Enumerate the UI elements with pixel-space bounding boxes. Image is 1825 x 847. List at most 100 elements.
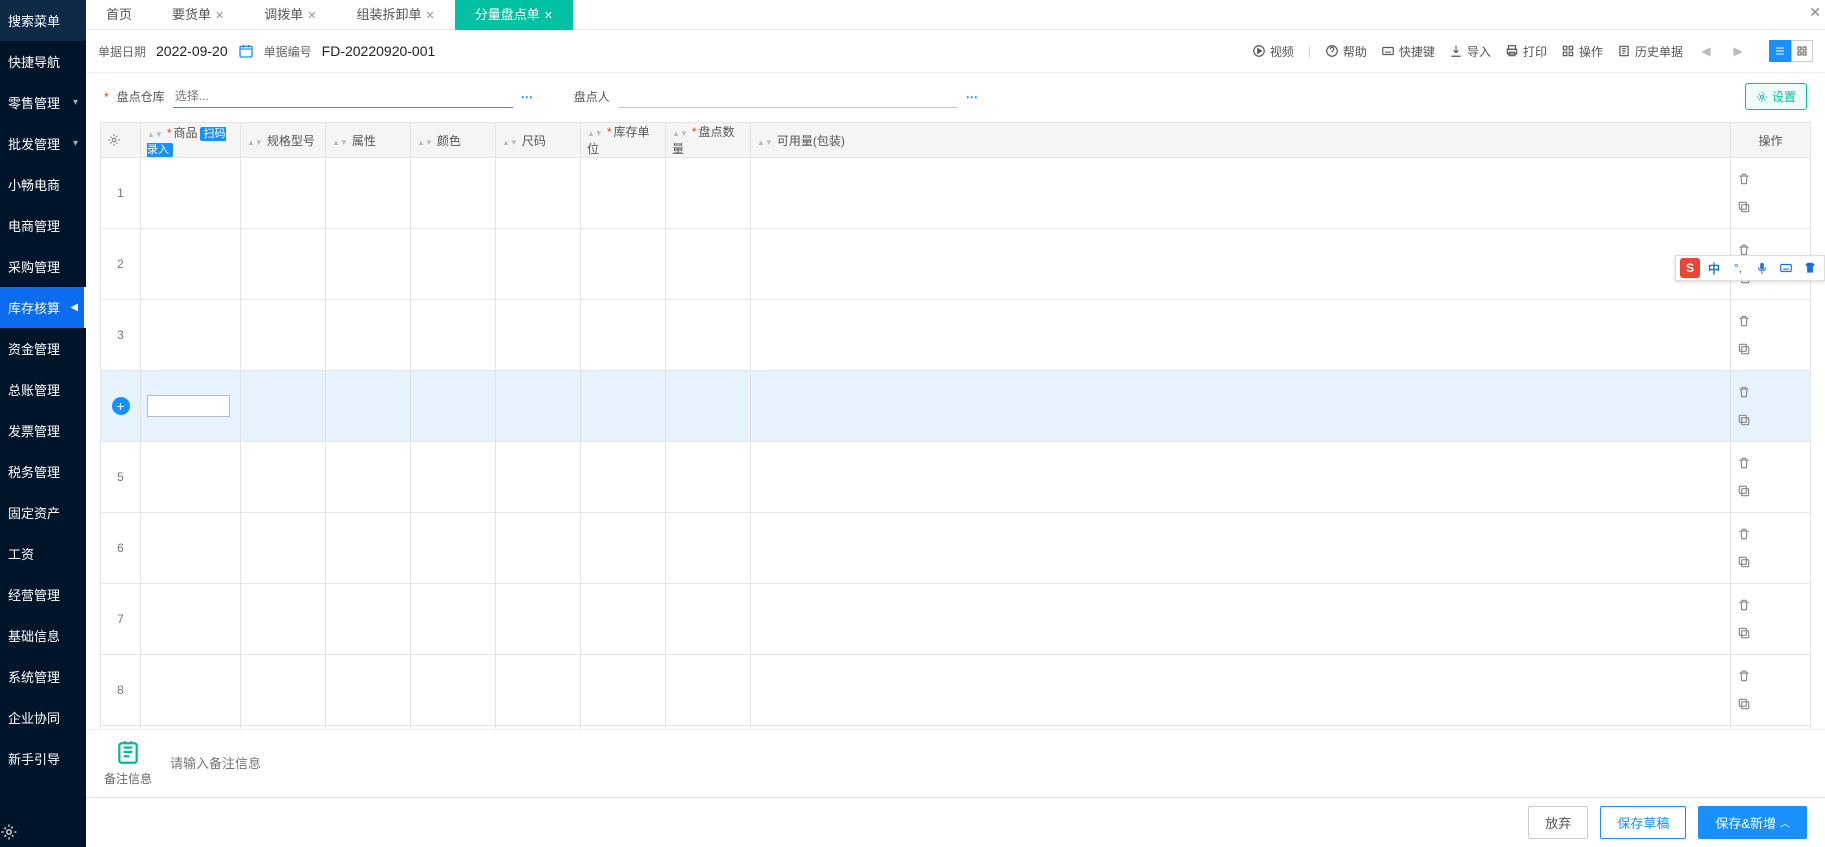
counter-more-icon[interactable]: ⋯: [966, 90, 979, 104]
sidebar-item-17[interactable]: 企业协同: [0, 697, 86, 738]
row-copy-icon[interactable]: [1737, 555, 1804, 569]
ime-skin-icon[interactable]: [1800, 258, 1820, 278]
sidebar-item-1[interactable]: 快捷导航: [0, 41, 86, 82]
ime-toolbar[interactable]: S 中 °,: [1675, 255, 1825, 281]
ime-keyboard-icon[interactable]: [1776, 258, 1796, 278]
discard-button[interactable]: 放弃: [1528, 806, 1588, 839]
tab-3[interactable]: 组装拆卸单✕: [336, 0, 454, 30]
sidebar-item-18[interactable]: 新手引导: [0, 738, 86, 779]
warehouse-input[interactable]: [173, 85, 513, 108]
video-button[interactable]: 视频: [1252, 43, 1294, 60]
sidebar-item-7[interactable]: 库存核算◀: [0, 287, 86, 328]
row-index: 6: [101, 513, 141, 584]
warehouse-more-icon[interactable]: ⋯: [521, 90, 534, 104]
sidebar-item-16[interactable]: 系统管理: [0, 656, 86, 697]
history-button[interactable]: 历史单据: [1617, 43, 1683, 60]
help-button[interactable]: 帮助: [1325, 43, 1367, 60]
row-copy-icon[interactable]: [1737, 697, 1804, 711]
sidebar-item-label: 电商管理: [8, 216, 60, 235]
remark-input[interactable]: [164, 750, 1807, 777]
col-avail[interactable]: ▲▼可用量(包装): [751, 123, 1731, 158]
row-copy-icon[interactable]: [1737, 342, 1804, 356]
col-spec[interactable]: ▲▼规格型号: [241, 123, 326, 158]
tab-1[interactable]: 要货单✕: [152, 0, 244, 30]
table-row[interactable]: 6: [101, 513, 1811, 584]
calendar-icon[interactable]: [238, 43, 254, 59]
col-qty[interactable]: ▲▼*盘点数量: [666, 123, 751, 158]
tab-4[interactable]: 分量盘点单✕: [455, 0, 573, 30]
settings-button[interactable]: 设置: [1745, 83, 1807, 110]
sidebar-item-9[interactable]: 总账管理: [0, 369, 86, 410]
row-delete-icon[interactable]: [1737, 385, 1804, 399]
sidebar-item-2[interactable]: 零售管理▾: [0, 82, 86, 123]
print-button[interactable]: 打印: [1505, 43, 1547, 60]
sidebar-item-3[interactable]: 批发管理▾: [0, 123, 86, 164]
import-button[interactable]: 导入: [1449, 43, 1491, 60]
col-unit[interactable]: ▲▼*库存单位: [581, 123, 666, 158]
sidebar-item-5[interactable]: 电商管理: [0, 205, 86, 246]
ime-punct-icon[interactable]: °,: [1728, 258, 1748, 278]
table-row[interactable]: 3: [101, 300, 1811, 371]
add-row-icon[interactable]: +: [112, 397, 130, 415]
close-all-tabs-icon[interactable]: ✕: [1809, 4, 1821, 21]
table-row[interactable]: 1: [101, 158, 1811, 229]
sidebar-item-label: 发票管理: [8, 421, 60, 440]
prev-doc-icon[interactable]: ◀: [1697, 44, 1715, 58]
footer: 放弃 保存草稿 保存&新增 ︿: [86, 797, 1825, 847]
sidebar-item-label: 系统管理: [8, 667, 60, 686]
table-config-icon[interactable]: [101, 123, 141, 158]
table-row[interactable]: 5: [101, 442, 1811, 513]
view-grid-icon[interactable]: [1791, 40, 1813, 62]
save-new-button[interactable]: 保存&新增 ︿: [1698, 806, 1807, 839]
doc-date-value[interactable]: 2022-09-20: [156, 43, 228, 59]
sidebar-item-14[interactable]: 经营管理: [0, 574, 86, 615]
sidebar-item-12[interactable]: 固定资产: [0, 492, 86, 533]
ime-lang-icon[interactable]: 中: [1704, 258, 1724, 278]
tab-close-icon[interactable]: ✕: [544, 10, 553, 22]
shortcut-button[interactable]: 快捷键: [1381, 43, 1435, 60]
tab-2[interactable]: 调拨单✕: [244, 0, 336, 30]
row-delete-icon[interactable]: [1737, 456, 1804, 470]
row-copy-icon[interactable]: [1737, 626, 1804, 640]
sidebar-item-10[interactable]: 发票管理: [0, 410, 86, 451]
ime-voice-icon[interactable]: [1752, 258, 1772, 278]
row-delete-icon[interactable]: [1737, 598, 1804, 612]
sidebar-item-4[interactable]: 小畅电商: [0, 164, 86, 205]
row-delete-icon[interactable]: [1737, 314, 1804, 328]
sidebar-item-label: 经营管理: [8, 585, 60, 604]
table-row[interactable]: 2: [101, 229, 1811, 300]
tab-0[interactable]: 首页: [86, 0, 152, 30]
col-size[interactable]: ▲▼尺码: [496, 123, 581, 158]
sidebar-item-label: 小畅电商: [8, 175, 60, 194]
tab-close-icon[interactable]: ✕: [426, 10, 435, 22]
save-draft-button[interactable]: 保存草稿: [1600, 806, 1686, 839]
col-attr[interactable]: ▲▼属性: [326, 123, 411, 158]
tab-close-icon[interactable]: ✕: [215, 10, 224, 22]
operate-button[interactable]: 操作: [1561, 43, 1603, 60]
col-product[interactable]: ▲▼*商品扫码录入: [141, 123, 241, 158]
row-copy-icon[interactable]: [1737, 200, 1804, 214]
table-row[interactable]: 7: [101, 584, 1811, 655]
view-list-icon[interactable]: [1769, 40, 1791, 62]
row-delete-icon[interactable]: [1737, 172, 1804, 186]
product-cell-input[interactable]: [147, 395, 230, 417]
col-color[interactable]: ▲▼颜色: [411, 123, 496, 158]
sidebar: 搜索菜单快捷导航零售管理▾批发管理▾ 小畅电商电商管理采购管理库存核算◀资金管理总…: [0, 0, 86, 847]
counter-input[interactable]: [618, 85, 958, 108]
row-index: 7: [101, 584, 141, 655]
tab-close-icon[interactable]: ✕: [307, 10, 316, 22]
row-delete-icon[interactable]: [1737, 669, 1804, 683]
row-copy-icon[interactable]: [1737, 413, 1804, 427]
sidebar-item-13[interactable]: 工资: [0, 533, 86, 574]
sidebar-settings-icon[interactable]: [0, 817, 86, 847]
row-copy-icon[interactable]: [1737, 484, 1804, 498]
sidebar-item-15[interactable]: 基础信息: [0, 615, 86, 656]
table-row[interactable]: +: [101, 371, 1811, 442]
sidebar-item-6[interactable]: 采购管理: [0, 246, 86, 287]
table-row[interactable]: 8: [101, 655, 1811, 726]
next-doc-icon[interactable]: ▶: [1729, 44, 1747, 58]
sidebar-item-8[interactable]: 资金管理: [0, 328, 86, 369]
sidebar-item-0[interactable]: 搜索菜单: [0, 0, 86, 41]
sidebar-item-11[interactable]: 税务管理: [0, 451, 86, 492]
row-delete-icon[interactable]: [1737, 527, 1804, 541]
